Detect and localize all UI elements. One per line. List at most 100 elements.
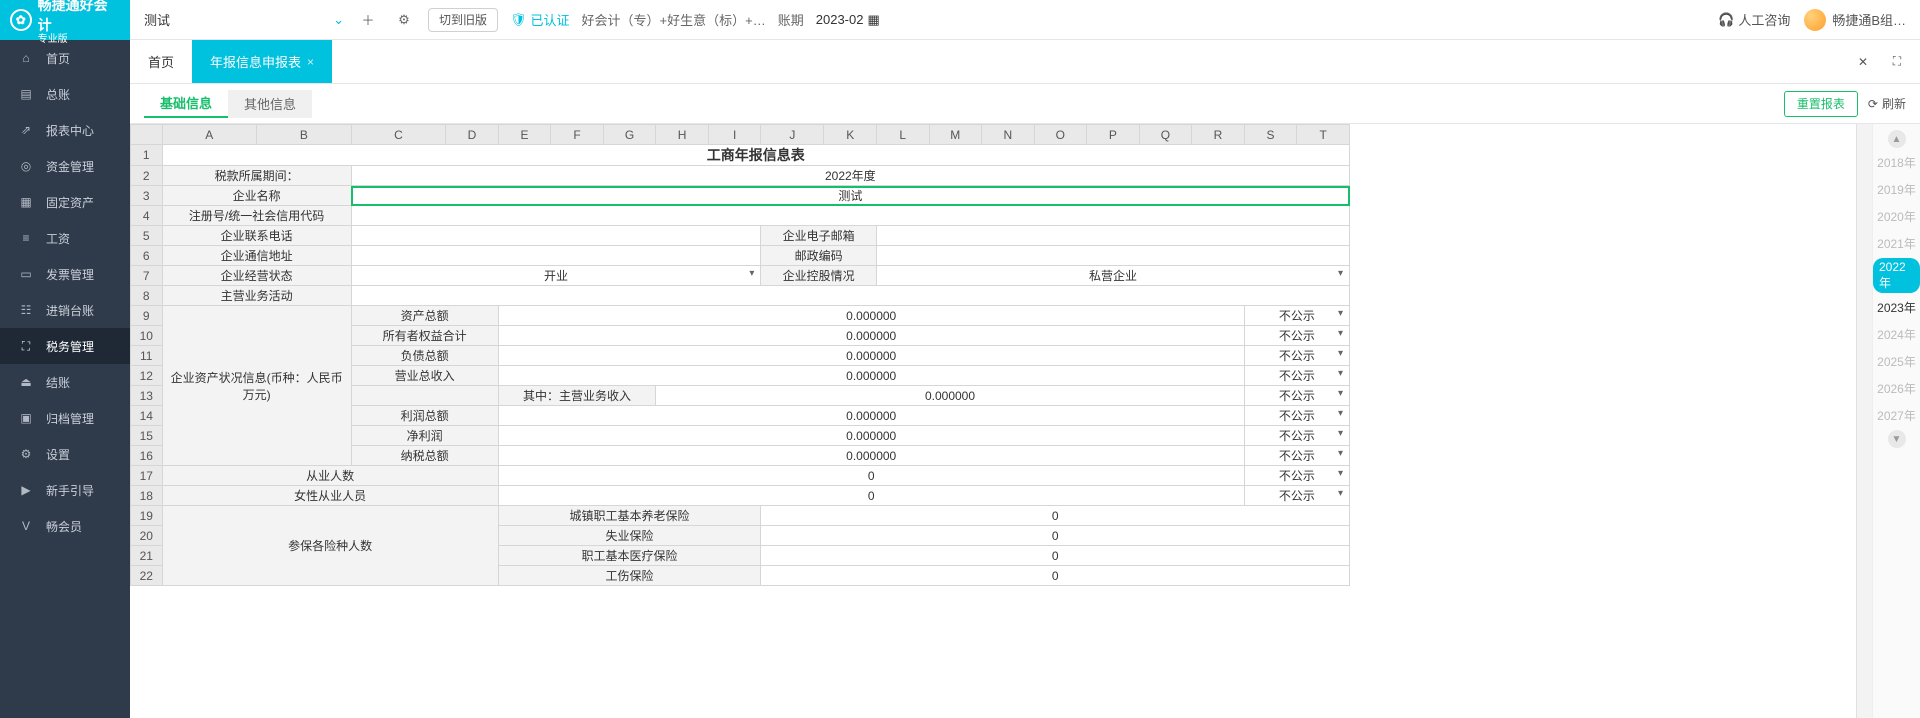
company-name-input[interactable]: 测试 <box>351 186 1349 206</box>
row-header[interactable]: 18 <box>131 486 163 506</box>
add-company-button[interactable]: ＋ <box>356 8 380 32</box>
year-item[interactable]: 2020年 <box>1877 204 1916 229</box>
col-header[interactable]: B <box>257 125 352 145</box>
asset-row-label[interactable]: 负债总额 <box>351 346 498 366</box>
email-input[interactable] <box>876 226 1349 246</box>
reg-no-label[interactable]: 注册号/统一社会信用代码 <box>162 206 351 226</box>
year-next-button[interactable]: ▼ <box>1888 430 1906 448</box>
row-header[interactable]: 21 <box>131 546 163 566</box>
settings-button[interactable]: ⚙ <box>392 8 416 32</box>
row-header[interactable]: 6 <box>131 246 163 266</box>
of-which-value[interactable]: 0.000000 <box>656 386 1244 406</box>
phone-input[interactable] <box>351 226 761 246</box>
row-header[interactable]: 20 <box>131 526 163 546</box>
sidebar-item-archive[interactable]: ▣归档管理 <box>0 400 130 436</box>
insurance-row-value[interactable]: 0 <box>761 506 1350 526</box>
year-item[interactable]: 2023年 <box>1877 295 1916 320</box>
addr-input[interactable] <box>351 246 761 266</box>
sidebar-item-reports[interactable]: ⇗报表中心 <box>0 112 130 148</box>
employee-count-label[interactable]: 从业人数 <box>162 466 498 486</box>
col-header[interactable]: H <box>656 125 709 145</box>
col-header[interactable]: Q <box>1139 125 1192 145</box>
year-item[interactable]: 2019年 <box>1877 177 1916 202</box>
asset-row-label[interactable]: 资产总额 <box>351 306 498 326</box>
postcode-label[interactable]: 邮政编码 <box>761 246 877 266</box>
holding-label[interactable]: 企业控股情况 <box>761 266 877 286</box>
sidebar-item-invoice[interactable]: ▭发票管理 <box>0 256 130 292</box>
asset-row-value[interactable]: 0.000000 <box>498 326 1244 346</box>
row-header[interactable]: 15 <box>131 426 163 446</box>
page-tab-home[interactable]: 首页 <box>130 40 192 83</box>
row-header[interactable]: 12 <box>131 366 163 386</box>
disclose-select[interactable]: 不公示 <box>1244 386 1349 406</box>
col-header[interactable]: O <box>1034 125 1087 145</box>
col-header[interactable]: S <box>1244 125 1297 145</box>
sidebar-item-settings[interactable]: ⚙设置 <box>0 436 130 472</box>
row-header[interactable]: 19 <box>131 506 163 526</box>
col-header[interactable]: C <box>351 125 446 145</box>
reset-report-button[interactable]: 重置报表 <box>1784 91 1858 117</box>
row-header[interactable]: 11 <box>131 346 163 366</box>
col-header[interactable]: I <box>708 125 761 145</box>
sidebar-item-home[interactable]: ⌂首页 <box>0 40 130 76</box>
asset-row-value[interactable]: 0.000000 <box>498 346 1244 366</box>
insurance-row-label[interactable]: 工伤保险 <box>498 566 761 586</box>
asset-row-value[interactable]: 0.000000 <box>498 366 1244 386</box>
col-header[interactable]: T <box>1297 125 1350 145</box>
year-item-current[interactable]: 2022年 <box>1873 258 1920 293</box>
sidebar-item-guide[interactable]: ▶新手引导 <box>0 472 130 508</box>
year-item[interactable]: 2024年 <box>1877 322 1916 347</box>
refresh-button[interactable]: ⟳ 刷新 <box>1868 95 1906 112</box>
user-menu[interactable]: 畅捷通B组… <box>1804 9 1906 31</box>
period-picker[interactable]: 2023-02 ▦ <box>816 12 880 28</box>
disclose-select[interactable]: 不公示 <box>1244 486 1349 506</box>
insurance-row-label[interactable]: 职工基本医疗保险 <box>498 546 761 566</box>
sidebar-item-ledger[interactable]: ▤总账 <box>0 76 130 112</box>
row-header[interactable]: 1 <box>131 145 163 166</box>
disclose-select[interactable]: 不公示 <box>1244 346 1349 366</box>
row-header[interactable]: 17 <box>131 466 163 486</box>
col-header[interactable]: N <box>982 125 1035 145</box>
addr-label[interactable]: 企业通信地址 <box>162 246 351 266</box>
col-header[interactable]: A <box>162 125 257 145</box>
row-header[interactable]: 8 <box>131 286 163 306</box>
insurance-group-label[interactable]: 参保各险种人数 <box>162 506 498 586</box>
biz-status-select[interactable]: 开业 <box>351 266 761 286</box>
row-header[interactable]: 14 <box>131 406 163 426</box>
asset-row-label[interactable]: 纳税总额 <box>351 446 498 466</box>
postcode-input[interactable] <box>876 246 1349 266</box>
email-label[interactable]: 企业电子邮箱 <box>761 226 877 246</box>
spreadsheet[interactable]: A B C D E F G H I J K L M <box>130 124 1856 718</box>
row-header[interactable]: 2 <box>131 166 163 186</box>
disclose-select[interactable]: 不公示 <box>1244 426 1349 446</box>
insurance-row-value[interactable]: 0 <box>761 526 1350 546</box>
row-header[interactable]: 13 <box>131 386 163 406</box>
year-item[interactable]: 2025年 <box>1877 349 1916 374</box>
asset-row-label[interactable]: 所有者权益合计 <box>351 326 498 346</box>
row-header[interactable]: 4 <box>131 206 163 226</box>
switch-old-button[interactable]: 切到旧版 <box>428 8 498 32</box>
row-header[interactable]: 7 <box>131 266 163 286</box>
col-header[interactable]: M <box>929 125 982 145</box>
insurance-row-value[interactable]: 0 <box>761 566 1350 586</box>
close-all-tabs-button[interactable]: ✕ <box>1850 49 1876 75</box>
sidebar-item-member[interactable]: V畅会员 <box>0 508 130 544</box>
row-header[interactable]: 5 <box>131 226 163 246</box>
customer-service-link[interactable]: 🎧 人工咨询 <box>1718 10 1790 29</box>
vertical-scrollbar[interactable] <box>1856 124 1872 718</box>
company-select[interactable]: 测试 ⌄ <box>144 10 344 29</box>
asset-row-label[interactable]: 利润总额 <box>351 406 498 426</box>
asset-row-label[interactable]: 营业总收入 <box>351 366 498 386</box>
holding-select[interactable]: 私营企业 <box>876 266 1349 286</box>
col-header[interactable]: D <box>446 125 499 145</box>
disclose-select[interactable]: 不公示 <box>1244 326 1349 346</box>
main-biz-label[interactable]: 主营业务活动 <box>162 286 351 306</box>
sidebar-item-tax[interactable]: ⛶税务管理 <box>0 328 130 364</box>
insurance-row-value[interactable]: 0 <box>761 546 1350 566</box>
disclose-select[interactable]: 不公示 <box>1244 366 1349 386</box>
disclose-select[interactable]: 不公示 <box>1244 446 1349 466</box>
asset-row-label[interactable]: 净利润 <box>351 426 498 446</box>
fullscreen-button[interactable]: ⛶ <box>1884 49 1910 75</box>
year-item[interactable]: 2018年 <box>1877 150 1916 175</box>
main-biz-input[interactable] <box>351 286 1349 306</box>
